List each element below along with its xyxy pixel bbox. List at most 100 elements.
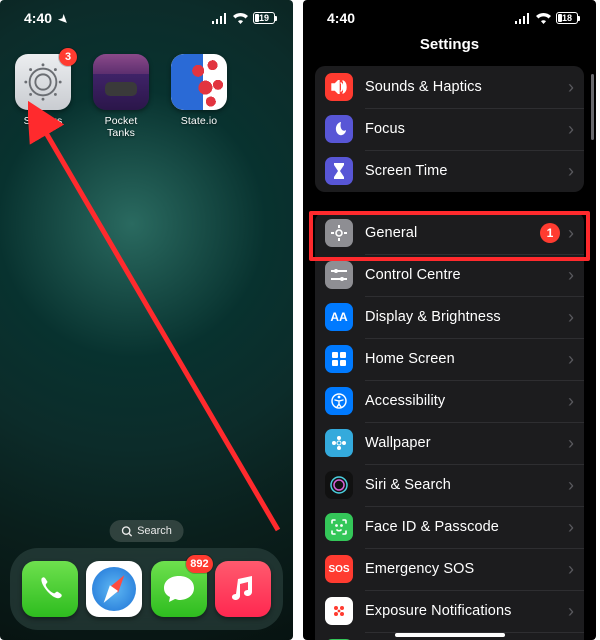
- wifi-icon: [536, 13, 551, 24]
- home-indicator[interactable]: [395, 633, 505, 637]
- status-time: 4:40: [327, 10, 355, 26]
- app-settings[interactable]: 3 Settings: [14, 54, 72, 139]
- row-wallpaper[interactable]: Wallpaper ›: [315, 422, 584, 464]
- home-screen: 4:40 ➤ 19 3 Settings Pocket Tanks: [0, 0, 293, 640]
- chevron-right-icon: ›: [568, 391, 574, 412]
- row-display-brightness[interactable]: AA Display & Brightness ›: [315, 296, 584, 338]
- flower-icon: [325, 429, 353, 457]
- status-right: 19: [212, 12, 275, 24]
- row-sounds-haptics[interactable]: Sounds & Haptics ›: [315, 66, 584, 108]
- sliders-icon: [325, 261, 353, 289]
- app-label: Settings: [24, 115, 63, 127]
- pocket-tanks-icon: [93, 54, 149, 110]
- app-label: Pocket Tanks: [92, 115, 150, 139]
- cellular-icon: [212, 13, 228, 24]
- chevron-right-icon: ›: [568, 77, 574, 98]
- row-accessibility[interactable]: Accessibility ›: [315, 380, 584, 422]
- row-label: Siri & Search: [365, 477, 566, 493]
- row-home-screen[interactable]: Home Screen ›: [315, 338, 584, 380]
- gear-icon: [325, 219, 353, 247]
- row-label: Home Screen: [365, 351, 566, 367]
- chevron-right-icon: ›: [568, 119, 574, 140]
- battery-indicator: 19: [253, 12, 275, 24]
- row-label: Control Centre: [365, 267, 566, 283]
- grid-icon: [325, 345, 353, 373]
- siri-icon: [325, 471, 353, 499]
- chevron-right-icon: ›: [568, 307, 574, 328]
- row-exposure-notifications[interactable]: Exposure Notifications ›: [315, 590, 584, 632]
- status-right: 18: [515, 12, 578, 24]
- chevron-right-icon: ›: [568, 517, 574, 538]
- row-label: Emergency SOS: [365, 561, 566, 577]
- face-id-icon: [325, 513, 353, 541]
- row-label: Exposure Notifications: [365, 603, 566, 619]
- chevron-right-icon: ›: [568, 265, 574, 286]
- row-label: Face ID & Passcode: [365, 519, 566, 535]
- chevron-right-icon: ›: [568, 559, 574, 580]
- app-pocket-tanks[interactable]: Pocket Tanks: [92, 54, 150, 139]
- row-label: Accessibility: [365, 393, 566, 409]
- row-siri-search[interactable]: Siri & Search ›: [315, 464, 584, 506]
- music-icon: [228, 574, 258, 604]
- row-focus[interactable]: Focus ›: [315, 108, 584, 150]
- moon-icon: [325, 115, 353, 143]
- spotlight-search[interactable]: Search: [109, 520, 184, 542]
- settings-screen: 4:40 18 Settings Sounds & Haptics ›: [303, 0, 596, 640]
- row-screen-time[interactable]: Screen Time ›: [315, 150, 584, 192]
- clock-text: 4:40: [327, 10, 355, 26]
- messages-icon: [162, 574, 196, 604]
- badge-icon: 3: [59, 48, 77, 66]
- row-label: Display & Brightness: [365, 309, 566, 325]
- app-stateio[interactable]: State.io: [170, 54, 228, 139]
- safari-icon: [92, 567, 136, 611]
- search-label: Search: [137, 525, 172, 537]
- battery-pct: 19: [259, 13, 269, 23]
- clock-text: 4:40: [24, 10, 52, 26]
- battery-indicator: 18: [556, 12, 578, 24]
- cellular-icon: [515, 13, 531, 24]
- app-safari[interactable]: [86, 561, 142, 617]
- app-messages[interactable]: 892: [151, 561, 207, 617]
- app-music[interactable]: [215, 561, 271, 617]
- row-label: Screen Time: [365, 163, 566, 179]
- hourglass-icon: [325, 157, 353, 185]
- row-emergency-sos[interactable]: SOS Emergency SOS ›: [315, 548, 584, 590]
- badge-icon: 1: [540, 223, 560, 243]
- row-label: Wallpaper: [365, 435, 566, 451]
- phone-icon: [35, 574, 65, 604]
- chevron-right-icon: ›: [568, 475, 574, 496]
- stateio-icon: [171, 54, 227, 110]
- chevron-right-icon: ›: [568, 349, 574, 370]
- chevron-right-icon: ›: [568, 433, 574, 454]
- dock: 892: [10, 548, 283, 630]
- speaker-icon: [325, 73, 353, 101]
- exposure-icon: [325, 597, 353, 625]
- location-icon: ➤: [56, 12, 72, 28]
- row-label: General: [365, 225, 540, 241]
- chevron-right-icon: ›: [568, 223, 574, 244]
- sos-icon: SOS: [325, 555, 353, 583]
- row-label: Focus: [365, 121, 566, 137]
- app-phone[interactable]: [22, 561, 78, 617]
- battery-pct: 18: [562, 13, 572, 23]
- annotation-arrow: [28, 100, 288, 550]
- row-label: Sounds & Haptics: [365, 79, 566, 95]
- app-label: State.io: [181, 115, 217, 127]
- text-size-icon: AA: [325, 303, 353, 331]
- settings-group-2: General 1 › Control Centre › AA Display …: [315, 212, 584, 640]
- settings-group-1: Sounds & Haptics › Focus › Screen Time ›: [315, 66, 584, 192]
- home-apps-row: 3 Settings Pocket Tanks State.io: [14, 54, 228, 139]
- settings-list[interactable]: Sounds & Haptics › Focus › Screen Time ›: [303, 66, 596, 640]
- row-general[interactable]: General 1 ›: [315, 212, 584, 254]
- badge-icon: 892: [186, 555, 212, 573]
- chevron-right-icon: ›: [568, 161, 574, 182]
- chevron-right-icon: ›: [568, 601, 574, 622]
- row-face-id-passcode[interactable]: Face ID & Passcode ›: [315, 506, 584, 548]
- status-bar: 4:40 ➤ 19: [0, 0, 293, 36]
- wifi-icon: [233, 13, 248, 24]
- search-icon: [121, 526, 132, 537]
- status-time: 4:40 ➤: [24, 10, 68, 26]
- settings-icon: 3: [15, 54, 71, 110]
- status-bar: 4:40 18: [303, 0, 596, 36]
- row-control-centre[interactable]: Control Centre ›: [315, 254, 584, 296]
